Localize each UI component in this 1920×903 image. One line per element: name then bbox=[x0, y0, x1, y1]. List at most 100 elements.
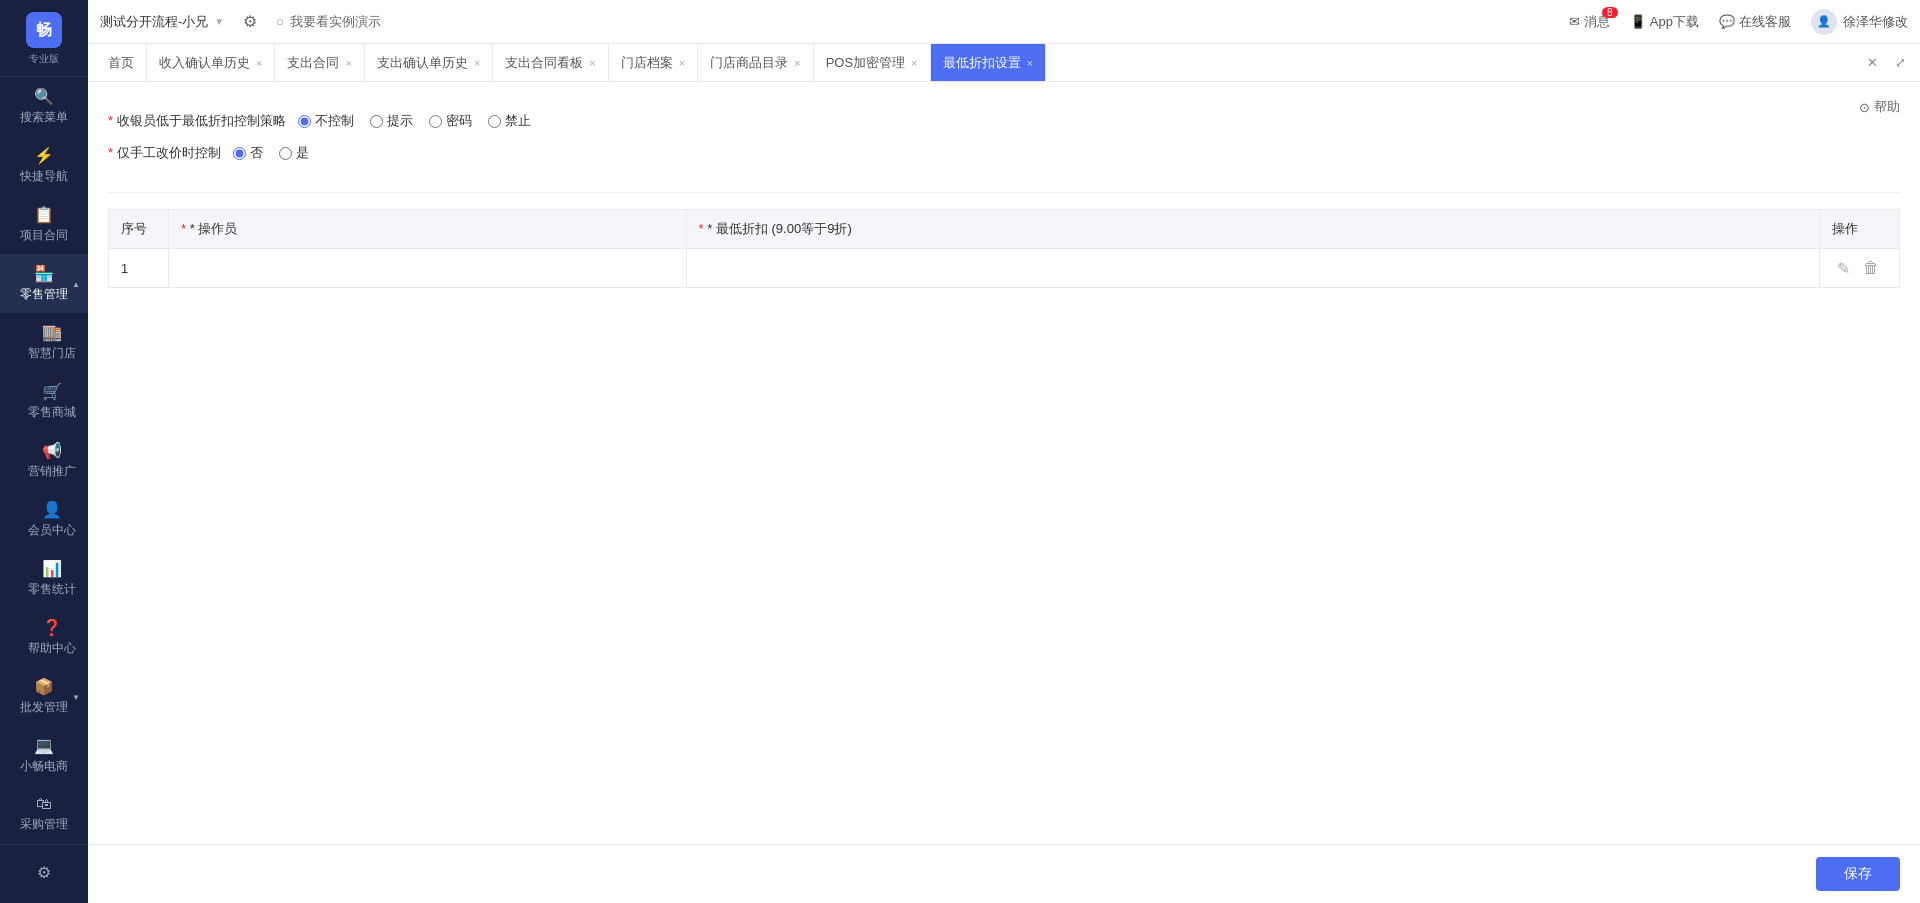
project-icon: 📋 bbox=[34, 205, 54, 224]
message-button[interactable]: ✉ 消息 8 bbox=[1569, 13, 1610, 31]
logo-text: 专业版 bbox=[29, 52, 59, 66]
save-button[interactable]: 保存 bbox=[1816, 857, 1900, 891]
sidebar-item-retail[interactable]: 🏪 零售管理 bbox=[0, 254, 88, 313]
marketing-icon: 📢 bbox=[42, 441, 62, 460]
project-name: 测试分开流程-小兄 bbox=[100, 13, 208, 31]
online-service-button[interactable]: 💬 在线客服 bbox=[1719, 13, 1791, 31]
tab-payment-confirm[interactable]: 支出确认单历史 × bbox=[365, 44, 493, 82]
tab-store-file[interactable]: 门店档案 × bbox=[609, 44, 698, 82]
settings-icon: ⚙ bbox=[37, 863, 51, 882]
sidebar-item-ecommerce[interactable]: 💻 小畅电商 bbox=[0, 726, 88, 785]
sidebar-item-smart-store[interactable]: 🏬 智慧门店 bbox=[0, 313, 88, 372]
radio-yes[interactable]: 是 bbox=[279, 144, 309, 162]
col-header-discount: * * 最低折扣 (9.00等于9折) bbox=[686, 210, 1819, 249]
search-icon: 🔍 bbox=[34, 87, 54, 106]
tab-close-payment-contract[interactable]: × bbox=[345, 57, 351, 69]
online-service-icon: 💬 bbox=[1719, 14, 1735, 29]
sidebar-item-retail-mall[interactable]: 🛒 零售商城 bbox=[0, 372, 88, 431]
sidebar-item-search[interactable]: 🔍 搜索菜单 bbox=[0, 77, 88, 136]
sidebar-item-shortcut[interactable]: ⚡ 快捷导航 bbox=[0, 136, 88, 195]
tab-close-pos-password[interactable]: × bbox=[911, 57, 917, 69]
tab-close-min-discount[interactable]: × bbox=[1027, 57, 1033, 69]
radio-forbid[interactable]: 禁止 bbox=[488, 112, 531, 130]
help-circle-icon: ⊙ bbox=[1859, 100, 1870, 115]
table-header-row: 序号 * * 操作员 * * 最低折扣 (9.00等于9折) bbox=[109, 210, 1900, 249]
col-header-seq: 序号 bbox=[109, 210, 169, 249]
tab-payment-board[interactable]: 支出合同看板 × bbox=[493, 44, 608, 82]
app-download-button[interactable]: 📱 App下载 bbox=[1630, 13, 1699, 31]
radio-no-control[interactable]: 不控制 bbox=[298, 112, 354, 130]
sidebar-item-marketing[interactable]: 📢 营销推广 bbox=[0, 431, 88, 490]
table-section: 序号 * * 操作员 * * 最低折扣 (9.00等于9折) bbox=[108, 209, 1900, 288]
discount-table: 序号 * * 操作员 * * 最低折扣 (9.00等于9折) bbox=[108, 209, 1900, 288]
col-header-actions: 操作 bbox=[1820, 210, 1900, 249]
sidebar-item-purchase[interactable]: 🛍 采购管理 bbox=[0, 785, 88, 843]
control-strategy-label: * 收银员低于最低折扣控制策略 bbox=[108, 112, 286, 130]
sidebar-bottom: ⚙ bbox=[0, 844, 88, 903]
tab-expand-button[interactable]: ⤢ bbox=[1888, 51, 1912, 75]
manual-price-radio-group: 否 是 bbox=[233, 144, 309, 162]
tab-home[interactable]: 首页 bbox=[96, 44, 147, 82]
project-selector[interactable]: 测试分开流程-小兄 ▼ bbox=[100, 13, 224, 31]
topbar-settings-button[interactable]: ⚙ bbox=[236, 8, 264, 36]
topbar-actions: ✉ 消息 8 📱 App下载 💬 在线客服 👤 徐泽华修改 bbox=[1569, 9, 1908, 35]
manual-price-row: * 仅手工改价时控制 否 是 bbox=[108, 144, 1900, 162]
sidebar-logo: 畅 专业版 bbox=[0, 0, 88, 77]
retail-stats-icon: 📊 bbox=[42, 559, 62, 578]
demo-icon: ○ bbox=[276, 14, 284, 29]
member-icon: 👤 bbox=[42, 500, 62, 519]
tab-close-payment-board[interactable]: × bbox=[589, 57, 595, 69]
message-badge: 8 bbox=[1602, 7, 1618, 18]
control-strategy-radio-group: 不控制 提示 密码 禁止 bbox=[298, 112, 531, 130]
purchase-icon: 🛍 bbox=[36, 795, 52, 813]
help-icon: ❓ bbox=[42, 618, 62, 637]
sidebar-item-member[interactable]: 👤 会员中心 bbox=[0, 490, 88, 549]
main-area: 测试分开流程-小兄 ▼ ⚙ ○ 我要看实例演示 ✉ 消息 8 📱 App下载 💬… bbox=[88, 0, 1920, 903]
page-container: ⊙ 帮助 * 收银员低于最低折扣控制策略 不控制 bbox=[88, 82, 1920, 903]
tab-close-all-button[interactable]: ✕ bbox=[1860, 51, 1884, 75]
radio-no[interactable]: 否 bbox=[233, 144, 263, 162]
cell-discount bbox=[686, 249, 1819, 288]
sidebar-item-help[interactable]: ❓ 帮助中心 bbox=[0, 608, 88, 667]
message-icon: ✉ bbox=[1569, 14, 1580, 29]
project-dropdown-arrow: ▼ bbox=[214, 16, 224, 27]
topbar: 测试分开流程-小兄 ▼ ⚙ ○ 我要看实例演示 ✉ 消息 8 📱 App下载 💬… bbox=[88, 0, 1920, 44]
user-avatar: 👤 bbox=[1811, 9, 1837, 35]
form-section: * 收银员低于最低折扣控制策略 不控制 提示 bbox=[108, 102, 1900, 193]
table-row: 1 ✎ 🗑 bbox=[109, 249, 1900, 288]
tab-pos-password[interactable]: POS加密管理 × bbox=[814, 44, 931, 82]
radio-password[interactable]: 密码 bbox=[429, 112, 472, 130]
tab-close-store-file[interactable]: × bbox=[679, 57, 685, 69]
radio-remind[interactable]: 提示 bbox=[370, 112, 413, 130]
smart-store-icon: 🏬 bbox=[42, 323, 62, 342]
content-area: ⊙ 帮助 * 收银员低于最低折扣控制策略 不控制 bbox=[88, 82, 1920, 903]
batch-icon: 📦 bbox=[34, 677, 54, 696]
edit-row-button[interactable]: ✎ bbox=[1832, 257, 1854, 279]
tab-actions: ✕ ⤢ bbox=[1860, 51, 1912, 75]
demo-button[interactable]: ○ 我要看实例演示 bbox=[276, 13, 381, 31]
tab-min-discount[interactable]: 最低折扣设置 × bbox=[931, 44, 1046, 82]
sidebar-settings-button[interactable]: ⚙ bbox=[0, 855, 88, 893]
cell-operator bbox=[169, 249, 687, 288]
sidebar-item-retail-stats[interactable]: 📊 零售统计 bbox=[0, 549, 88, 608]
save-bar: 保存 bbox=[88, 844, 1920, 903]
retail-mall-icon: 🛒 bbox=[42, 382, 62, 401]
tab-income-confirm[interactable]: 收入确认单历史 × bbox=[147, 44, 275, 82]
cell-seq: 1 bbox=[109, 249, 169, 288]
tab-payment-contract[interactable]: 支出合同 × bbox=[275, 44, 364, 82]
sidebar-item-project[interactable]: 📋 项目合同 bbox=[0, 195, 88, 254]
help-button[interactable]: ⊙ 帮助 bbox=[1859, 98, 1900, 116]
sidebar-menu: 🔍 搜索菜单 ⚡ 快捷导航 📋 项目合同 🏪 零售管理 🏬 智慧门店 🛒 零售商… bbox=[0, 77, 88, 844]
manual-price-label: * 仅手工改价时控制 bbox=[108, 144, 221, 162]
shortcut-icon: ⚡ bbox=[34, 146, 54, 165]
col-header-operator: * * 操作员 bbox=[169, 210, 687, 249]
tab-close-payment-confirm[interactable]: × bbox=[474, 57, 480, 69]
tab-close-store-products[interactable]: × bbox=[794, 57, 800, 69]
tab-store-products[interactable]: 门店商品目录 × bbox=[698, 44, 813, 82]
user-menu[interactable]: 👤 徐泽华修改 bbox=[1811, 9, 1908, 35]
control-strategy-row: * 收银员低于最低折扣控制策略 不控制 提示 bbox=[108, 112, 1900, 130]
tab-close-income-confirm[interactable]: × bbox=[256, 57, 262, 69]
delete-row-button[interactable]: 🗑 bbox=[1860, 257, 1882, 279]
sidebar-item-batch[interactable]: 📦 批发管理 bbox=[0, 667, 88, 726]
tabbar: 首页 收入确认单历史 × 支出合同 × 支出确认单历史 × 支出合同看板 × 门… bbox=[88, 44, 1920, 82]
